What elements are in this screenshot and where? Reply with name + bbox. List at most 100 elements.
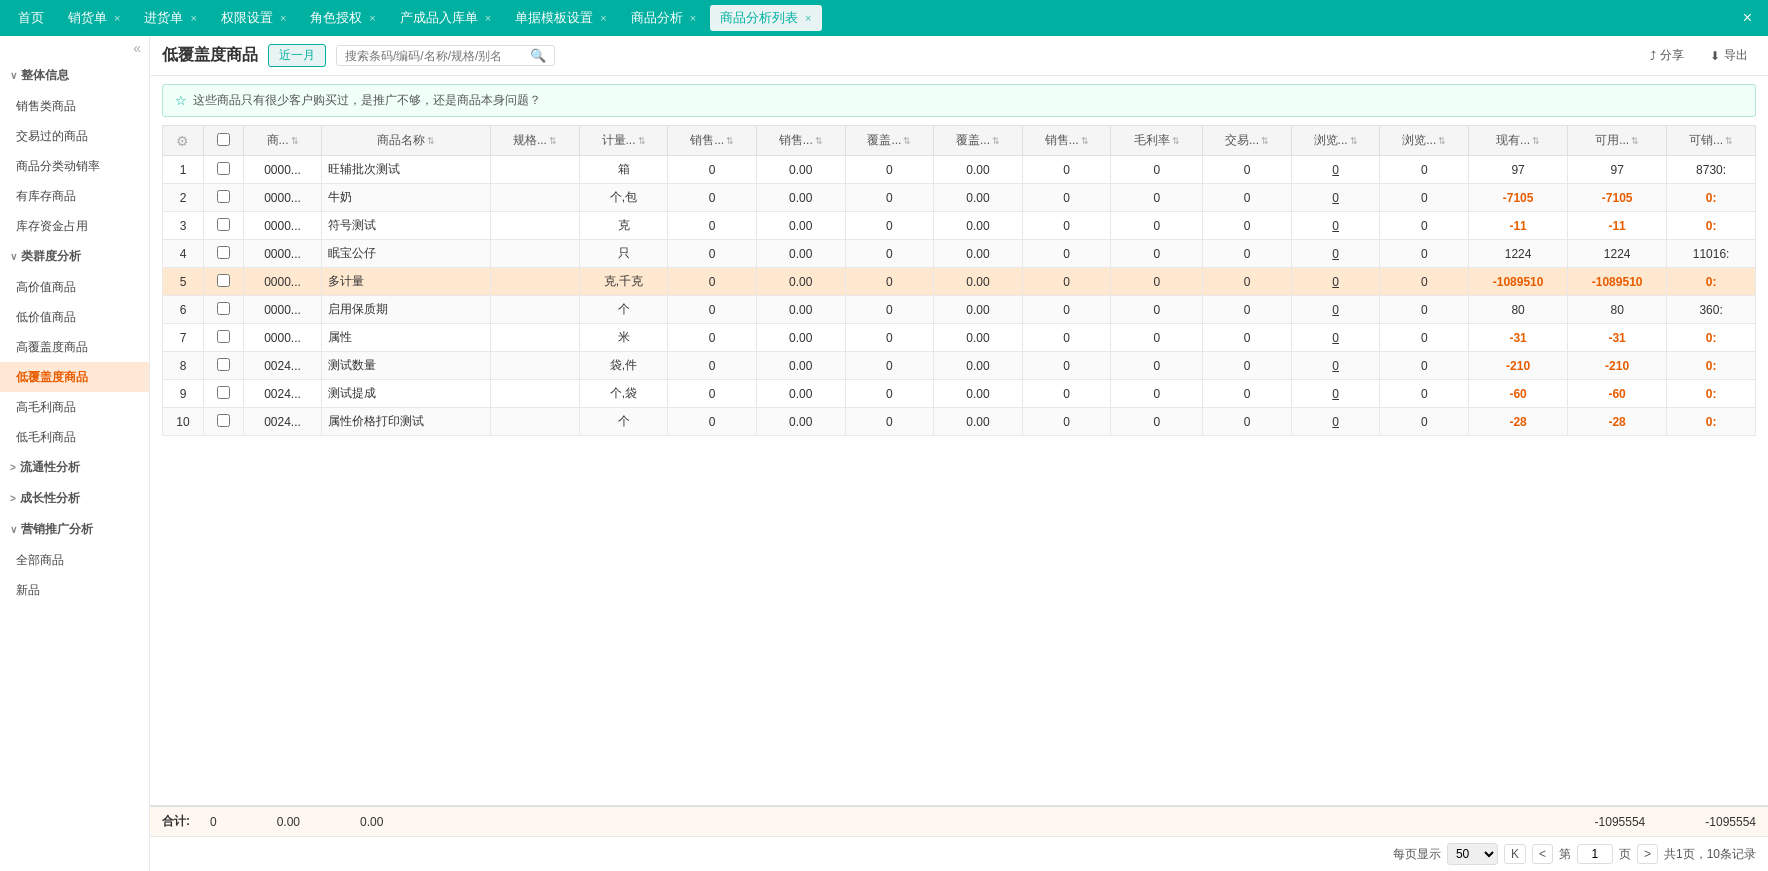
row-check[interactable] (203, 380, 243, 408)
sidebar-section-flow-analysis[interactable]: > 流通性分析 (0, 452, 149, 483)
row-check[interactable] (203, 408, 243, 436)
row-browse1[interactable]: 0 (1291, 212, 1380, 240)
share-button[interactable]: ⤴ 分享 (1642, 44, 1692, 67)
next-page-button[interactable]: > (1637, 844, 1658, 864)
row-browse1[interactable]: 0 (1291, 408, 1380, 436)
row-checkbox[interactable] (217, 162, 230, 175)
select-all-checkbox[interactable] (217, 133, 230, 146)
row-check[interactable] (203, 184, 243, 212)
th-sales-amount[interactable]: 销售...⇅ (756, 126, 845, 156)
th-current[interactable]: 现有...⇅ (1469, 126, 1568, 156)
sidebar-section-group-analysis[interactable]: ∨ 类群度分析 (0, 241, 149, 272)
sidebar-item-high-value[interactable]: 高价值商品 (0, 272, 149, 302)
row-checkbox[interactable] (217, 274, 230, 287)
nav-role-auth[interactable]: 角色授权 × (300, 5, 385, 31)
th-available[interactable]: 可用...⇅ (1568, 126, 1667, 156)
row-browse1[interactable]: 0 (1291, 240, 1380, 268)
row-browse1[interactable]: 0 (1291, 184, 1380, 212)
th-name[interactable]: 商品名称⇅ (321, 126, 490, 156)
nav-sales-order[interactable]: 销货单 × (58, 5, 130, 31)
sidebar-item-low-profit[interactable]: 低毛利商品 (0, 422, 149, 452)
th-saleable[interactable]: 可销...⇅ (1667, 126, 1756, 156)
sidebar-item-traded-goods[interactable]: 交易过的商品 (0, 121, 149, 151)
th-gross-rate[interactable]: 毛利率⇅ (1111, 126, 1203, 156)
sidebar-section-marketing-analysis[interactable]: ∨ 营销推广分析 (0, 514, 149, 545)
th-sales3[interactable]: 销售...⇅ (1022, 126, 1111, 156)
period-button[interactable]: 近一月 (268, 44, 326, 67)
page-size-select[interactable]: 50 20 100 (1447, 843, 1498, 865)
close-analysis-list-icon[interactable]: × (805, 12, 811, 24)
row-checkbox[interactable] (217, 358, 230, 371)
th-check[interactable] (203, 126, 243, 156)
nav-purchase-order[interactable]: 进货单 × (134, 5, 206, 31)
sidebar-collapse-button[interactable]: « (0, 36, 149, 60)
close-permissions-icon[interactable]: × (280, 12, 286, 24)
th-spec[interactable]: 规格...⇅ (491, 126, 580, 156)
close-sales-order-icon[interactable]: × (114, 12, 120, 24)
sidebar-item-category-rate[interactable]: 商品分类动销率 (0, 151, 149, 181)
row-name: 测试提成 (321, 380, 490, 408)
row-browse1[interactable]: 0 (1291, 380, 1380, 408)
sidebar-section-overall[interactable]: ∨ 整体信息 (0, 60, 149, 91)
row-checkbox[interactable] (217, 246, 230, 259)
th-browse1[interactable]: 浏览...⇅ (1291, 126, 1380, 156)
sidebar-item-new-goods[interactable]: 新品 (0, 575, 149, 605)
row-browse1[interactable]: 0 (1291, 352, 1380, 380)
current-page-input[interactable] (1577, 844, 1613, 864)
nav-analysis-list[interactable]: 商品分析列表 × (710, 5, 821, 31)
th-cover1[interactable]: 覆盖...⇅ (845, 126, 934, 156)
search-input[interactable] (345, 49, 525, 63)
nav-product-analysis[interactable]: 商品分析 × (621, 5, 706, 31)
row-checkbox[interactable] (217, 190, 230, 203)
th-sales-count[interactable]: 销售...⇅ (668, 126, 757, 156)
row-check[interactable] (203, 352, 243, 380)
row-check[interactable] (203, 240, 243, 268)
row-current: 97 (1469, 156, 1568, 184)
row-checkbox[interactable] (217, 386, 230, 399)
row-checkbox[interactable] (217, 330, 230, 343)
row-check[interactable] (203, 156, 243, 184)
row-checkbox[interactable] (217, 302, 230, 315)
row-browse1[interactable]: 0 (1291, 268, 1380, 296)
close-all-button[interactable]: × (1735, 7, 1760, 29)
sidebar-item-sales-goods[interactable]: 销售类商品 (0, 91, 149, 121)
row-browse1[interactable]: 0 (1291, 296, 1380, 324)
close-analysis-icon[interactable]: × (690, 12, 696, 24)
row-check[interactable] (203, 296, 243, 324)
row-sales-count: 0 (668, 324, 757, 352)
sidebar-item-high-coverage[interactable]: 高覆盖度商品 (0, 332, 149, 362)
th-code[interactable]: 商...⇅ (244, 126, 321, 156)
row-spec (491, 296, 580, 324)
sidebar-section-growth-analysis[interactable]: > 成长性分析 (0, 483, 149, 514)
sidebar-item-low-value[interactable]: 低价值商品 (0, 302, 149, 332)
row-check[interactable] (203, 212, 243, 240)
row-checkbox[interactable] (217, 218, 230, 231)
row-checkbox[interactable] (217, 414, 230, 427)
row-check[interactable] (203, 324, 243, 352)
sidebar-item-stock-capital[interactable]: 库存资金占用 (0, 211, 149, 241)
nav-production-inbound[interactable]: 产成品入库单 × (390, 5, 501, 31)
sidebar-item-stocked-goods[interactable]: 有库存商品 (0, 181, 149, 211)
nav-template-settings[interactable]: 单据模板设置 × (505, 5, 616, 31)
row-browse1[interactable]: 0 (1291, 156, 1380, 184)
th-browse2[interactable]: 浏览...⇅ (1380, 126, 1469, 156)
nav-home[interactable]: 首页 (8, 5, 54, 31)
search-icon[interactable]: 🔍 (530, 48, 546, 63)
th-settings[interactable]: ⚙ (163, 126, 204, 156)
row-check[interactable] (203, 268, 243, 296)
close-purchase-order-icon[interactable]: × (190, 12, 196, 24)
close-production-icon[interactable]: × (485, 12, 491, 24)
prev-page-button[interactable]: < (1532, 844, 1553, 864)
th-unit[interactable]: 计量...⇅ (579, 126, 668, 156)
row-browse1[interactable]: 0 (1291, 324, 1380, 352)
sidebar-item-low-coverage[interactable]: 低覆盖度商品 (0, 362, 149, 392)
first-page-button[interactable]: K (1504, 844, 1526, 864)
close-template-icon[interactable]: × (600, 12, 606, 24)
export-button[interactable]: ⬇ 导出 (1702, 44, 1756, 67)
th-trade[interactable]: 交易...⇅ (1203, 126, 1292, 156)
sidebar-item-high-profit[interactable]: 高毛利商品 (0, 392, 149, 422)
sidebar-item-all-goods[interactable]: 全部商品 (0, 545, 149, 575)
nav-permissions[interactable]: 权限设置 × (211, 5, 296, 31)
close-role-auth-icon[interactable]: × (369, 12, 375, 24)
th-cover2[interactable]: 覆盖...⇅ (934, 126, 1023, 156)
